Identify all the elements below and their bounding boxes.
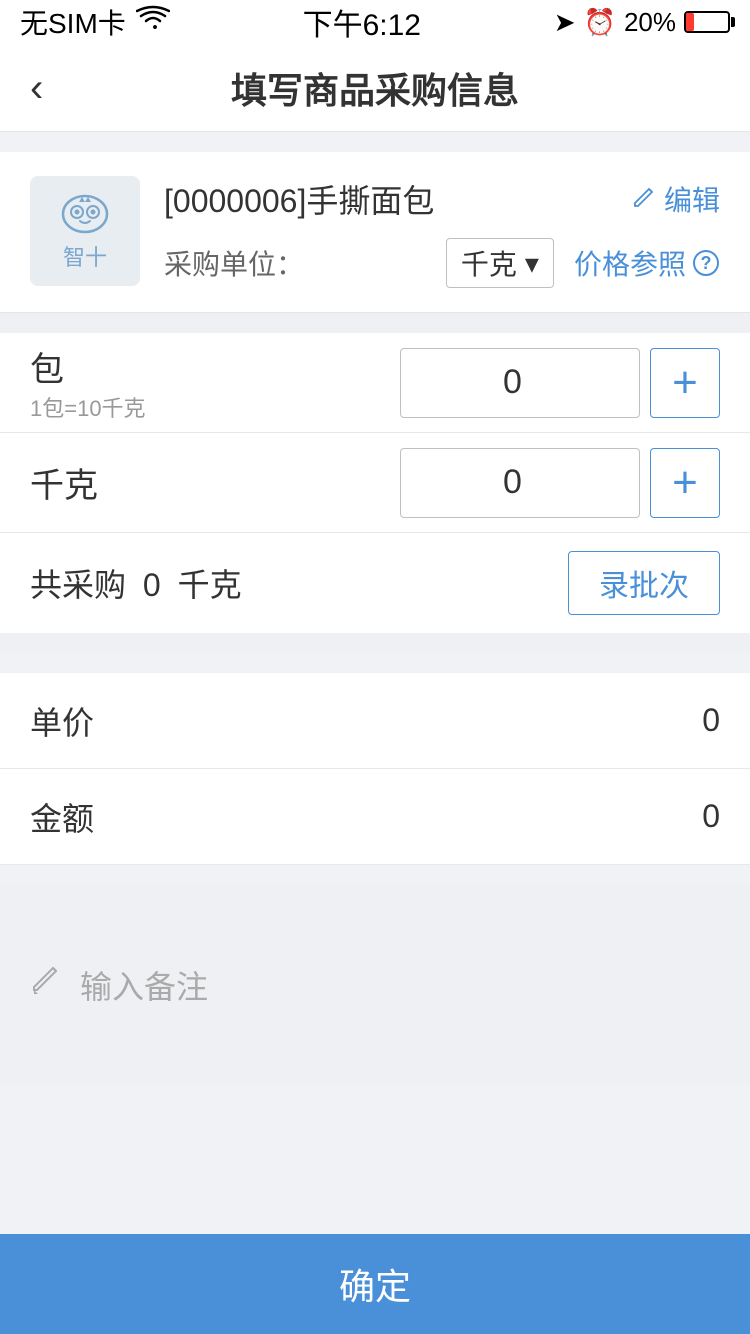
status-time: 下午6:12 <box>303 0 421 44</box>
summary-amount: 0 <box>143 567 161 603</box>
battery-icon <box>684 11 730 33</box>
amount-row: 金额 0 <box>0 769 750 865</box>
notes-placeholder: 输入备注 <box>80 962 208 1008</box>
edit-button[interactable]: 编辑 <box>632 179 720 219</box>
bao-quantity-input[interactable] <box>400 348 640 418</box>
bao-plus-button[interactable]: + <box>650 348 720 418</box>
section-divider-2 <box>0 633 750 653</box>
unit-prefix-label: 采购单位： <box>164 243 304 283</box>
unit-select[interactable]: 千克 ▾ <box>446 238 554 288</box>
amount-label: 金额 <box>30 794 94 840</box>
unit-price-label: 单价 <box>30 698 94 744</box>
kg-quantity-input[interactable] <box>400 448 640 518</box>
chevron-down-icon: ▾ <box>525 247 539 280</box>
notes-section[interactable]: 输入备注 <box>0 885 750 1085</box>
unit-price-row: 单价 0 <box>0 673 750 769</box>
confirm-label: 确定 <box>339 1258 411 1310</box>
unit-price-value: 0 <box>702 702 720 739</box>
wifi-icon <box>136 5 170 40</box>
carrier-text: 无SIM卡 <box>20 2 126 42</box>
product-thumbnail: 智十 <box>30 176 140 286</box>
price-ref-button[interactable]: 价格参照 ? <box>574 243 720 283</box>
product-card: 智十 [0000006]手撕面包 编辑 采购单位： 千克 ▾ 价格参照 <box>0 152 750 313</box>
status-bar: 无SIM卡 下午6:12 ➤ ⏰ 20% <box>0 0 750 44</box>
summary-row: 共采购 0 千克 录批次 <box>0 533 750 633</box>
battery-text: 20% <box>624 7 676 38</box>
amount-value: 0 <box>702 798 720 835</box>
bao-input-row: 包 1包=10千克 + <box>0 333 750 433</box>
bao-input-section: 包 1包=10千克 + 千克 + 共采购 0 千克 录批次 <box>0 333 750 633</box>
back-button[interactable]: ‹ <box>30 68 43 108</box>
page-title: 填写商品采购信息 <box>231 62 519 114</box>
batch-button[interactable]: 录批次 <box>568 551 720 615</box>
bao-sub-label: 1包=10千克 <box>30 391 146 423</box>
status-left: 无SIM卡 <box>20 2 170 42</box>
product-thumb-label: 智十 <box>63 240 107 272</box>
summary-text: 共采购 0 千克 <box>30 560 242 606</box>
svg-text:?: ? <box>701 253 712 273</box>
kg-input-row: 千克 + <box>0 433 750 533</box>
alarm-icon: ⏰ <box>584 7 616 38</box>
kg-label: 千克 <box>30 458 110 507</box>
status-right: ➤ ⏰ 20% <box>554 7 730 38</box>
product-name: [0000006]手撕面包 <box>164 176 434 222</box>
bao-label: 包 <box>30 342 146 391</box>
kg-plus-button[interactable]: + <box>650 448 720 518</box>
pencil-icon <box>30 964 64 1007</box>
pricing-section: 单价 0 金额 0 <box>0 673 750 865</box>
nav-bar: ‹ 填写商品采购信息 <box>0 44 750 132</box>
confirm-button[interactable]: 确定 <box>0 1234 750 1334</box>
section-divider-1 <box>0 313 750 333</box>
location-icon: ➤ <box>554 7 576 38</box>
product-info: [0000006]手撕面包 编辑 采购单位： 千克 ▾ 价格参照 <box>164 176 720 288</box>
